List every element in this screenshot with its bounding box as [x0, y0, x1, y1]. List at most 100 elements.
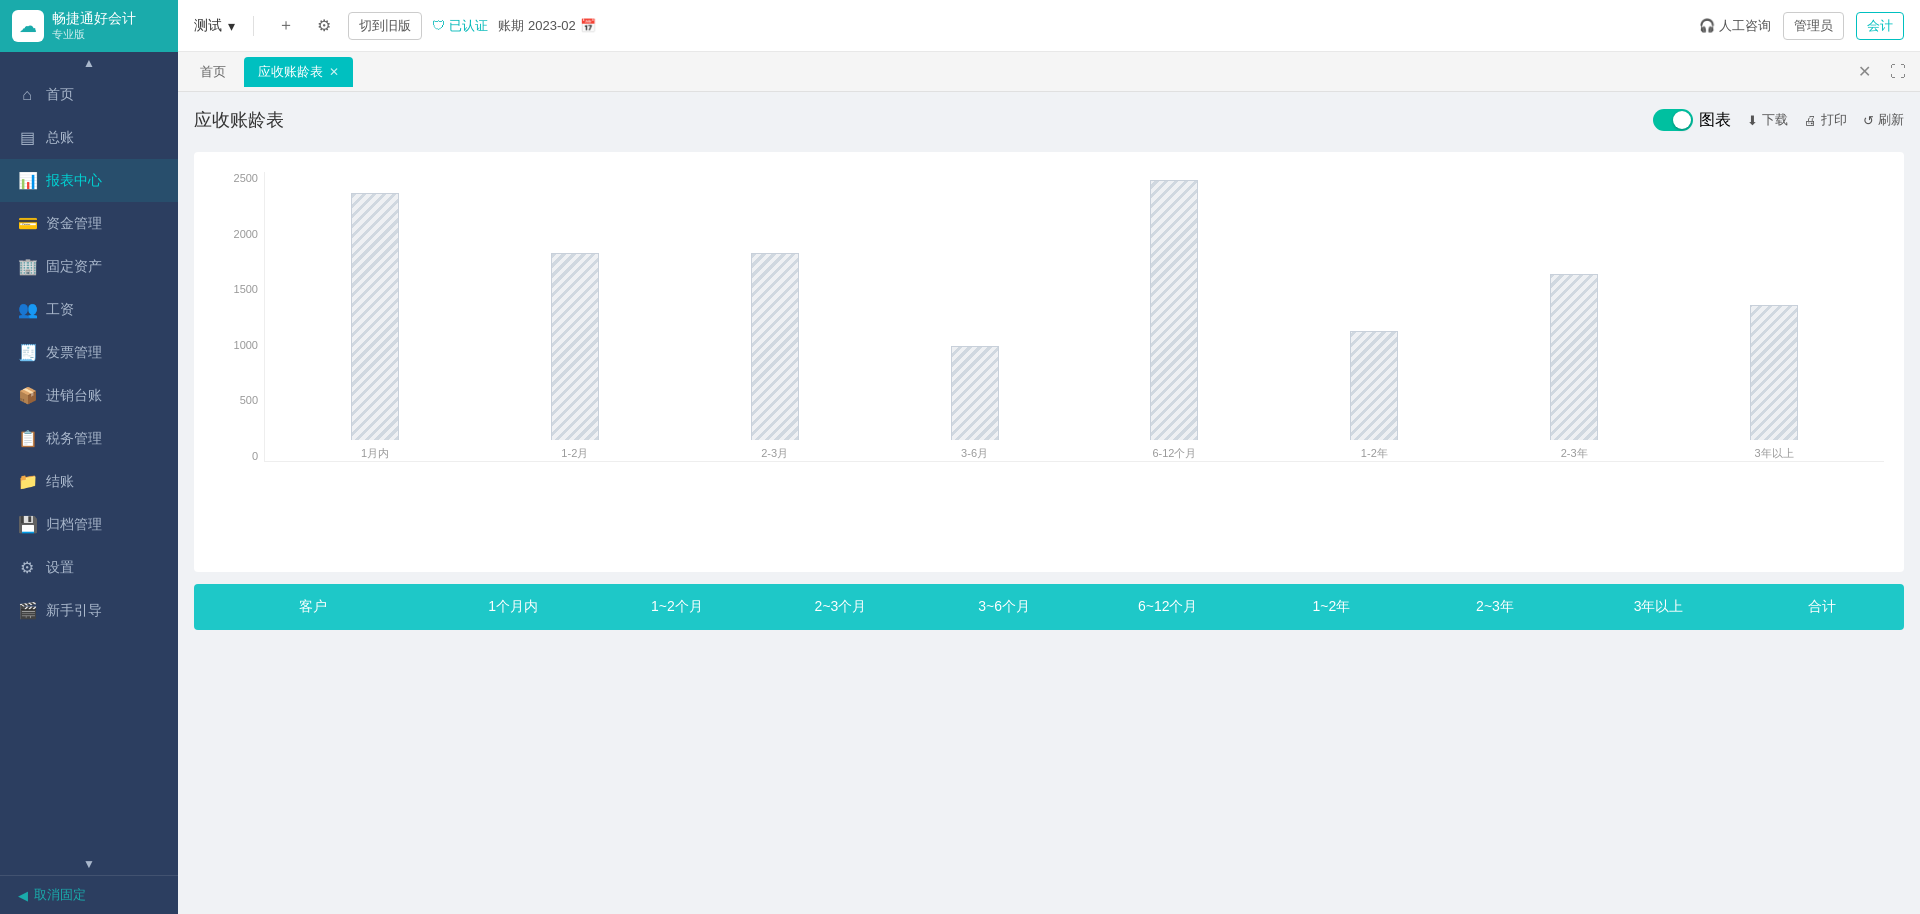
consult-button[interactable]: 🎧 人工咨询 [1699, 17, 1771, 35]
nav-label-invoice: 发票管理 [46, 344, 102, 362]
nav-icon-settings: ⚙ [18, 558, 36, 577]
nav-icon-ledger: ▤ [18, 128, 36, 147]
sidebar-item-archive[interactable]: 💾 归档管理 [0, 503, 178, 546]
sidebar-item-settings[interactable]: ⚙ 设置 [0, 546, 178, 589]
bar [1150, 180, 1198, 440]
table-header-cell: 3年以上 [1577, 584, 1741, 630]
y-label: 1500 [214, 283, 264, 295]
chart-label: 图表 [1699, 110, 1731, 131]
logo-name: 畅捷通好会计 [52, 10, 136, 27]
nav-label-settings: 设置 [46, 559, 74, 577]
print-icon: 🖨 [1804, 113, 1817, 128]
nav-icon-tax: 📋 [18, 429, 36, 448]
user-button[interactable]: 管理员 [1783, 12, 1844, 40]
sidebar-item-guide[interactable]: 🎬 新手引导 [0, 589, 178, 632]
bar-chart: 05001000150020002500 1月内1-2月2-3月3-6月6-12… [214, 172, 1884, 492]
x-label: 1月内 [361, 446, 389, 461]
refresh-icon: ↺ [1863, 113, 1874, 128]
scroll-down-arrow[interactable]: ▼ [0, 853, 178, 875]
table-header: 客户1个月内1~2个月2~3个月3~6个月6~12个月1~2年2~3年3年以上合… [194, 584, 1904, 630]
bar [751, 253, 799, 440]
nav-icon-close: 📁 [18, 472, 36, 491]
print-label: 打印 [1821, 111, 1847, 129]
add-button[interactable]: ＋ [272, 12, 300, 40]
page-actions: 图表 ⬇ 下载 🖨 打印 ↺ 刷新 [1653, 109, 1904, 131]
period-value: 2023-02 [528, 18, 576, 33]
nav-label-reports: 报表中心 [46, 172, 102, 190]
bar [1550, 274, 1598, 440]
sidebar-item-reports[interactable]: 📊 报表中心 [0, 159, 178, 202]
unpin-icon: ◀ [18, 888, 28, 903]
company-dropdown-icon: ▾ [228, 18, 235, 34]
bar [1350, 331, 1398, 440]
sidebar-item-payroll[interactable]: 👥 工资 [0, 288, 178, 331]
nav-label-close: 结账 [46, 473, 74, 491]
sidebar-item-purchase[interactable]: 📦 进销台账 [0, 374, 178, 417]
close-icon[interactable]: ✕ [1850, 58, 1878, 86]
sidebar-item-tax[interactable]: 📋 税务管理 [0, 417, 178, 460]
sidebar-item-assets[interactable]: 🏢 固定资产 [0, 245, 178, 288]
y-label: 2000 [214, 228, 264, 240]
tab-aging-close[interactable]: ✕ [329, 65, 339, 79]
y-label: 1000 [214, 339, 264, 351]
table-header-cell: 1~2年 [1250, 584, 1414, 630]
nav-icon-payroll: 👥 [18, 300, 36, 319]
download-button[interactable]: ⬇ 下载 [1747, 111, 1788, 129]
nav-label-purchase: 进销台账 [46, 387, 102, 405]
tab-home[interactable]: 首页 [186, 57, 240, 87]
page-title: 应收账龄表 [194, 108, 284, 132]
refresh-label: 刷新 [1878, 111, 1904, 129]
x-label: 1-2月 [561, 446, 588, 461]
tab-home-label: 首页 [200, 63, 226, 81]
download-icon: ⬇ [1747, 113, 1758, 128]
bar [351, 193, 399, 440]
nav-icon-assets: 🏢 [18, 257, 36, 276]
bar-group: 3-6月 [885, 346, 1065, 461]
chart-toggle[interactable]: 图表 [1653, 109, 1731, 131]
chart-container: 05001000150020002500 1月内1-2月2-3月3-6月6-12… [194, 152, 1904, 572]
x-label: 3年以上 [1755, 446, 1794, 461]
sidebar-item-ledger[interactable]: ▤ 总账 [0, 116, 178, 159]
company-selector[interactable]: 测试 ▾ [194, 17, 235, 35]
divider-1 [253, 16, 254, 36]
bar-group: 2-3年 [1484, 274, 1664, 461]
sidebar-item-invoice[interactable]: 🧾 发票管理 [0, 331, 178, 374]
nav-icon-archive: 💾 [18, 515, 36, 534]
tab-aging-label: 应收账龄表 [258, 63, 323, 81]
topbar-right: 🎧 人工咨询 管理员 会计 [1699, 12, 1904, 40]
table-header-cell: 1~2个月 [595, 584, 759, 630]
bars-area: 1月内1-2月2-3月3-6月6-12个月1-2年2-3年3年以上 [264, 172, 1884, 462]
bar-group: 6-12个月 [1085, 180, 1265, 461]
table-header-cell: 2~3年 [1413, 584, 1577, 630]
role-button[interactable]: 会计 [1856, 12, 1904, 40]
data-table: 客户1个月内1~2个月2~3个月3~6个月6~12个月1~2年2~3年3年以上合… [194, 584, 1904, 630]
print-button[interactable]: 🖨 打印 [1804, 111, 1847, 129]
y-axis: 05001000150020002500 [214, 172, 264, 462]
tab-aging[interactable]: 应收账龄表 ✕ [244, 57, 353, 87]
page-inner: 应收账龄表 图表 ⬇ 下载 🖨 打印 [178, 92, 1920, 914]
nav-label-assets: 固定资产 [46, 258, 102, 276]
nav-icon-reports: 📊 [18, 171, 36, 190]
switch-version-button[interactable]: 切到旧版 [348, 12, 422, 40]
y-label: 500 [214, 394, 264, 406]
calendar-icon[interactable]: 📅 [580, 18, 596, 33]
refresh-button[interactable]: ↺ 刷新 [1863, 111, 1904, 129]
logo-icon: ☁ [12, 10, 44, 42]
nav-label-ledger: 总账 [46, 129, 74, 147]
bar-group: 2-3月 [685, 253, 865, 461]
expand-icon[interactable]: ⛶ [1884, 58, 1912, 86]
sidebar-item-capital[interactable]: 💳 资金管理 [0, 202, 178, 245]
certified-badge: 🛡 已认证 [432, 17, 488, 35]
x-label: 3-6月 [961, 446, 988, 461]
sidebar-item-close[interactable]: 📁 结账 [0, 460, 178, 503]
table-header-cell: 2~3个月 [759, 584, 923, 630]
scroll-up-arrow[interactable]: ▲ [0, 52, 178, 74]
bar-group: 1-2月 [485, 253, 665, 461]
settings-icon[interactable]: ⚙ [310, 12, 338, 40]
unpin-button[interactable]: ◀ 取消固定 [0, 875, 178, 914]
certified-label: 已认证 [449, 17, 488, 35]
sidebar-item-home[interactable]: ⌂ 首页 [0, 74, 178, 116]
toggle-track[interactable] [1653, 109, 1693, 131]
sidebar-nav: ⌂ 首页 ▤ 总账 📊 报表中心 💳 资金管理 🏢 固定资产 👥 工资 🧾 发票… [0, 74, 178, 853]
table-header-cell: 6~12个月 [1086, 584, 1250, 630]
